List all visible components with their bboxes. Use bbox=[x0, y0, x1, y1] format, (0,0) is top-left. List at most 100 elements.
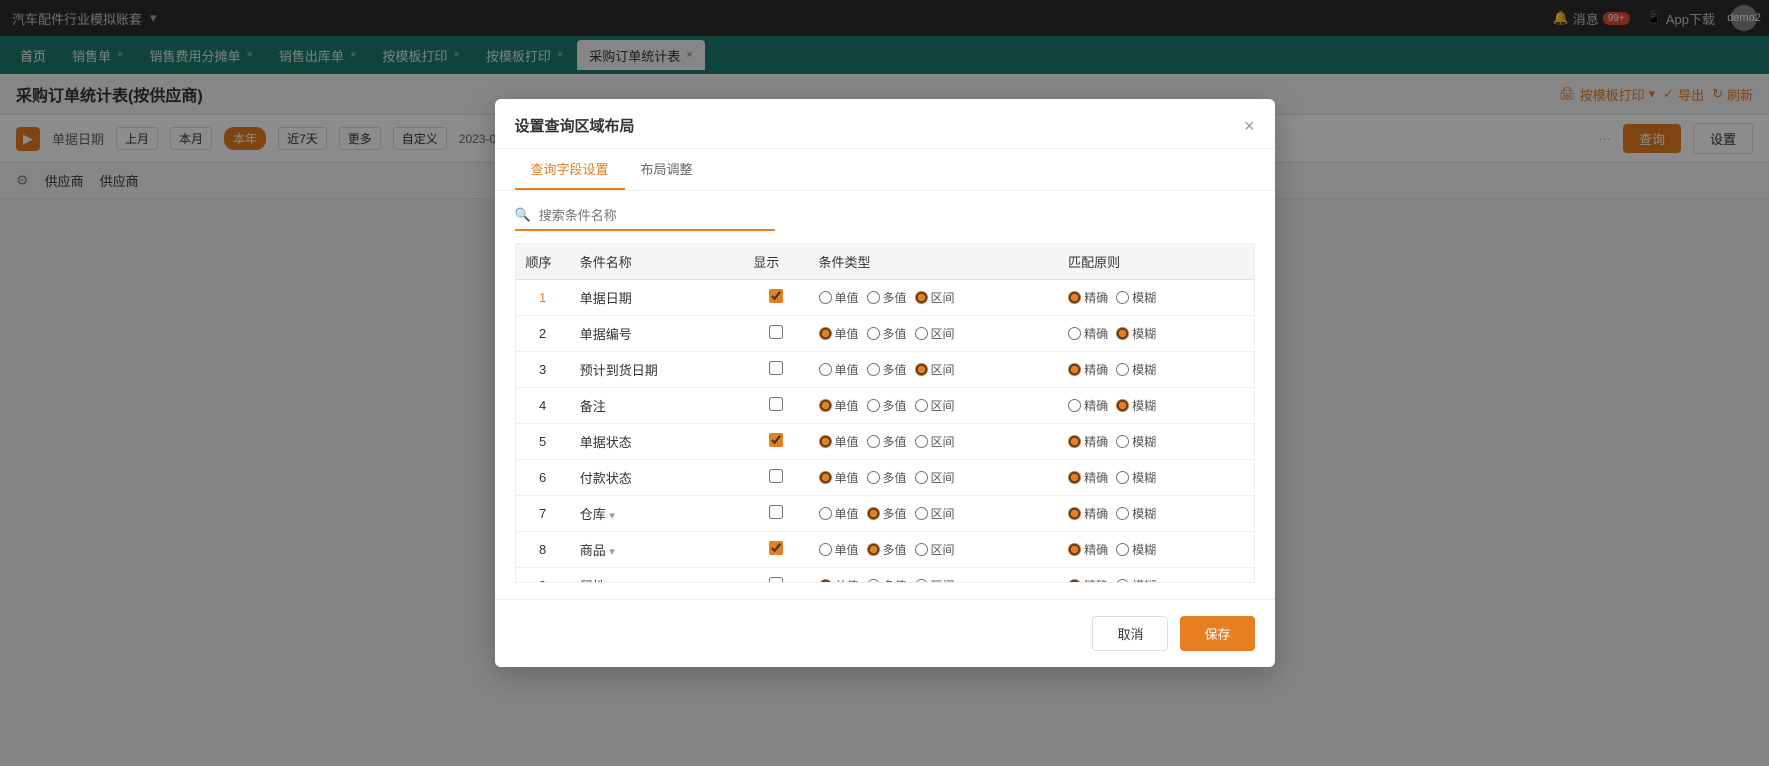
row-display-checkbox[interactable] bbox=[743, 424, 808, 460]
type-radio-单值[interactable]: 单值 bbox=[819, 541, 859, 558]
display-checkbox[interactable] bbox=[769, 325, 783, 339]
type-radio-多值[interactable]: 多值 bbox=[867, 361, 907, 378]
match-radio-模糊[interactable]: 模糊 bbox=[1116, 289, 1156, 306]
row-condition-name: 单据日期 bbox=[570, 280, 744, 316]
row-match-radios[interactable]: 精确模糊 bbox=[1058, 496, 1253, 532]
table-row: 1单据日期单值多值区间精确模糊 bbox=[516, 280, 1254, 316]
display-checkbox[interactable] bbox=[769, 433, 783, 447]
row-display-checkbox[interactable] bbox=[743, 352, 808, 388]
row-display-checkbox[interactable] bbox=[743, 460, 808, 496]
match-radio-模糊[interactable]: 模糊 bbox=[1116, 505, 1156, 522]
type-radio-单值[interactable]: 单值 bbox=[819, 397, 859, 414]
display-checkbox[interactable] bbox=[769, 289, 783, 303]
row-display-checkbox[interactable] bbox=[743, 316, 808, 352]
type-radio-多值[interactable]: 多值 bbox=[867, 541, 907, 558]
match-radio-精确[interactable]: 精确 bbox=[1068, 433, 1108, 450]
type-radio-多值[interactable]: 多值 bbox=[867, 397, 907, 414]
row-match-radios[interactable]: 精确 模糊 bbox=[1058, 568, 1253, 584]
row-display-checkbox[interactable] bbox=[743, 280, 808, 316]
row-type-radios[interactable]: 单值 多值 区间 bbox=[809, 568, 1059, 584]
row-type-radios[interactable]: 单值多值区间 bbox=[809, 532, 1059, 568]
conditions-table: 顺序 条件名称 显示 条件类型 匹配原则 1单据日期单值多值区间精确模糊2单据编… bbox=[516, 244, 1254, 583]
match-radio-精确[interactable]: 精确 bbox=[1068, 361, 1108, 378]
condition-search-input[interactable] bbox=[539, 208, 739, 223]
type-radio-区间[interactable]: 区间 bbox=[915, 469, 955, 486]
type-radio-区间[interactable]: 区间 bbox=[915, 577, 955, 583]
row-match-radios[interactable]: 精确模糊 bbox=[1058, 424, 1253, 460]
row-type-radios[interactable]: 单值多值区间 bbox=[809, 460, 1059, 496]
row-type-radios[interactable]: 单值多值区间 bbox=[809, 352, 1059, 388]
type-radio-单值[interactable]: 单值 bbox=[819, 469, 859, 486]
table-row: 5单据状态单值多值区间精确模糊 bbox=[516, 424, 1254, 460]
type-radio-单值[interactable]: 单值 bbox=[819, 289, 859, 306]
match-radio-模糊[interactable]: 模糊 bbox=[1116, 433, 1156, 450]
tab-layout-adjust[interactable]: 布局调整 bbox=[625, 149, 709, 190]
type-radio-单值[interactable]: 单值 bbox=[819, 433, 859, 450]
match-radio-精确[interactable]: 精确 bbox=[1068, 397, 1108, 414]
display-checkbox[interactable] bbox=[769, 361, 783, 375]
row-order: 9 bbox=[516, 568, 570, 584]
type-radio-区间[interactable]: 区间 bbox=[915, 397, 955, 414]
type-radio-单值[interactable]: 单值 bbox=[819, 577, 859, 583]
display-checkbox[interactable] bbox=[769, 541, 783, 555]
save-button[interactable]: 保存 bbox=[1180, 616, 1254, 651]
match-radio-精确[interactable]: 精确 bbox=[1068, 541, 1108, 558]
match-radio-模糊[interactable]: 模糊 bbox=[1116, 541, 1156, 558]
match-radio-模糊[interactable]: 模糊 bbox=[1116, 397, 1156, 414]
row-type-radios[interactable]: 单值多值区间 bbox=[809, 496, 1059, 532]
row-match-radios[interactable]: 精确模糊 bbox=[1058, 352, 1253, 388]
match-radio-精确[interactable]: 精确 bbox=[1068, 577, 1108, 583]
row-display-checkbox[interactable] bbox=[743, 388, 808, 424]
type-radio-区间[interactable]: 区间 bbox=[915, 541, 955, 558]
match-radio-精确[interactable]: 精确 bbox=[1068, 325, 1108, 342]
type-radio-单值[interactable]: 单值 bbox=[819, 325, 859, 342]
type-radio-多值[interactable]: 多值 bbox=[867, 289, 907, 306]
type-radio-区间[interactable]: 区间 bbox=[915, 361, 955, 378]
row-match-radios[interactable]: 精确模糊 bbox=[1058, 280, 1253, 316]
type-radio-多值[interactable]: 多值 bbox=[867, 325, 907, 342]
match-radio-精确[interactable]: 精确 bbox=[1068, 289, 1108, 306]
type-radio-多值[interactable]: 多值 bbox=[867, 433, 907, 450]
type-radio-区间[interactable]: 区间 bbox=[915, 505, 955, 522]
row-type-radios[interactable]: 单值多值区间 bbox=[809, 280, 1059, 316]
table-row: 3预计到货日期单值多值区间精确模糊 bbox=[516, 352, 1254, 388]
row-match-radios[interactable]: 精确模糊 bbox=[1058, 388, 1253, 424]
match-radio-精确[interactable]: 精确 bbox=[1068, 469, 1108, 486]
type-radio-区间[interactable]: 区间 bbox=[915, 289, 955, 306]
match-radio-精确[interactable]: 精确 bbox=[1068, 505, 1108, 522]
row-display-checkbox[interactable] bbox=[743, 568, 808, 584]
modal-body: 🔍 顺序 条件名称 显示 条件类型 匹配原则 bbox=[495, 191, 1275, 599]
tab-query-fields[interactable]: 查询字段设置 bbox=[515, 149, 625, 190]
modal-close-button[interactable]: × bbox=[1244, 117, 1255, 135]
row-match-radios[interactable]: 精确模糊 bbox=[1058, 460, 1253, 496]
row-type-radios[interactable]: 单值多值区间 bbox=[809, 424, 1059, 460]
type-radio-单值[interactable]: 单值 bbox=[819, 361, 859, 378]
match-radio-模糊[interactable]: 模糊 bbox=[1116, 577, 1156, 583]
settings-modal: 设置查询区域布局 × 查询字段设置 布局调整 🔍 bbox=[495, 99, 1275, 667]
row-type-radios[interactable]: 单值多值区间 bbox=[809, 388, 1059, 424]
row-condition-name: 预计到货日期 bbox=[570, 352, 744, 388]
row-order: 3 bbox=[516, 352, 570, 388]
display-checkbox[interactable] bbox=[769, 469, 783, 483]
type-radio-单值[interactable]: 单值 bbox=[819, 505, 859, 522]
row-display-checkbox[interactable] bbox=[743, 532, 808, 568]
table-row: 6付款状态单值多值区间精确模糊 bbox=[516, 460, 1254, 496]
match-radio-模糊[interactable]: 模糊 bbox=[1116, 361, 1156, 378]
match-radio-模糊[interactable]: 模糊 bbox=[1116, 469, 1156, 486]
type-radio-多值[interactable]: 多值 bbox=[867, 505, 907, 522]
match-radio-模糊[interactable]: 模糊 bbox=[1116, 325, 1156, 342]
row-type-radios[interactable]: 单值多值区间 bbox=[809, 316, 1059, 352]
display-checkbox[interactable] bbox=[769, 577, 783, 583]
row-match-radios[interactable]: 精确模糊 bbox=[1058, 532, 1253, 568]
col-header-display: 显示 bbox=[743, 244, 808, 280]
type-radio-区间[interactable]: 区间 bbox=[915, 325, 955, 342]
display-checkbox[interactable] bbox=[769, 397, 783, 411]
row-order: 4 bbox=[516, 388, 570, 424]
row-match-radios[interactable]: 精确模糊 bbox=[1058, 316, 1253, 352]
display-checkbox[interactable] bbox=[769, 505, 783, 519]
type-radio-区间[interactable]: 区间 bbox=[915, 433, 955, 450]
type-radio-多值[interactable]: 多值 bbox=[867, 469, 907, 486]
row-display-checkbox[interactable] bbox=[743, 496, 808, 532]
cancel-button[interactable]: 取消 bbox=[1092, 616, 1168, 651]
type-radio-多值[interactable]: 多值 bbox=[867, 577, 907, 583]
